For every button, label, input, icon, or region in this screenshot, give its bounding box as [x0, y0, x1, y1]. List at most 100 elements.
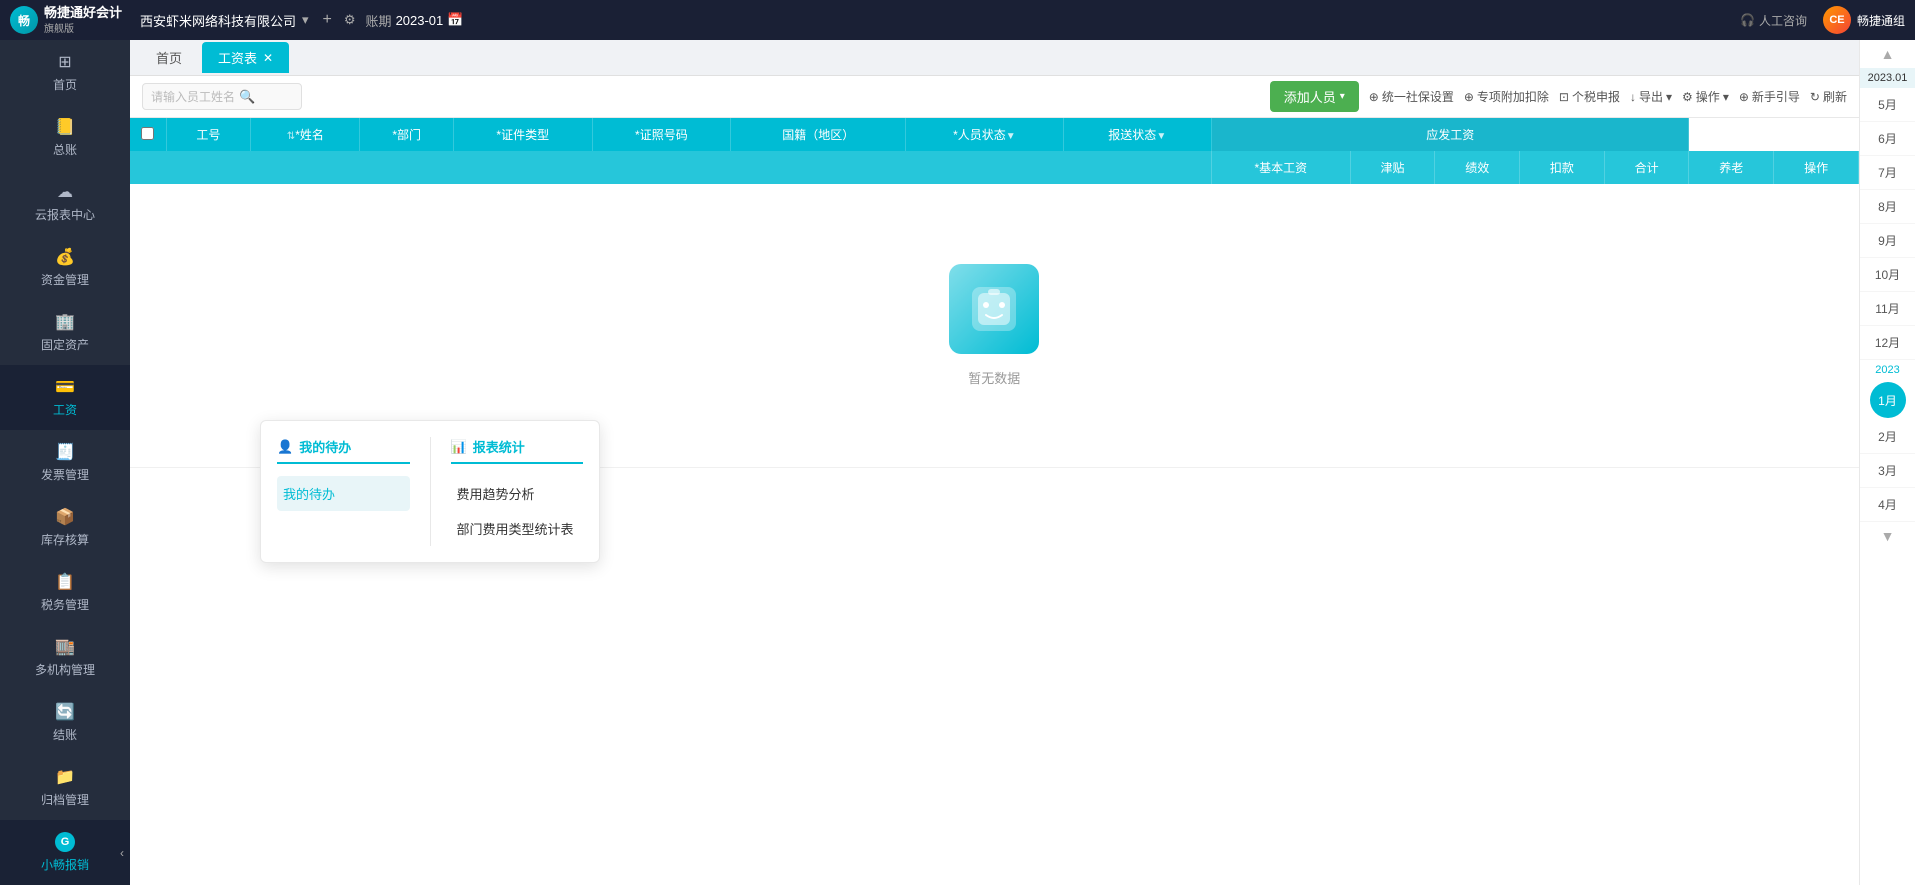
operation-action[interactable]: ⚙ 操作 ▾ — [1682, 88, 1729, 105]
tax-deduction-action[interactable]: ⊕ 专项附加扣除 — [1464, 88, 1549, 105]
salary-icon: 💳 — [55, 377, 75, 397]
sidebar-item-capital[interactable]: 💰 资金管理 — [0, 235, 130, 300]
logo-char: 畅 — [18, 12, 30, 29]
popup-item-dept-expense[interactable]: 部门费用类型统计表 — [451, 511, 584, 546]
date-nav-up[interactable]: ▲ — [1860, 40, 1915, 68]
search-placeholder: 请输入员工姓名 — [151, 88, 235, 105]
date-month-8[interactable]: 8月 — [1860, 190, 1915, 224]
pension-header: 养老 — [1689, 151, 1774, 184]
sidebar-item-label: 归档管理 — [41, 791, 89, 808]
company-dropdown-icon[interactable]: ▾ — [302, 12, 309, 28]
date-month-9[interactable]: 9月 — [1860, 224, 1915, 258]
date-year-label: 2023.01 — [1860, 68, 1915, 88]
add-person-button[interactable]: 添加人员 ▾ — [1270, 81, 1359, 112]
search-icon[interactable]: 🔍 — [239, 89, 255, 105]
refresh-action[interactable]: ↻ 刷新 — [1810, 88, 1847, 105]
collapse-arrow: ‹ — [120, 846, 124, 860]
xiaochang-icon: G — [55, 832, 75, 852]
tax-icon: 📋 — [55, 572, 75, 592]
sidebar-item-label: 多机构管理 — [35, 661, 95, 678]
sidebar-item-inventory[interactable]: 📦 库存核算 — [0, 495, 130, 560]
sidebar-item-tax[interactable]: 📋 税务管理 — [0, 560, 130, 625]
empty-sub — [130, 151, 1212, 184]
calendar-icon[interactable]: 📅 — [447, 12, 463, 28]
date-month-3[interactable]: 3月 — [1860, 454, 1915, 488]
checkbox-header[interactable] — [130, 118, 166, 151]
sidebar-item-archive[interactable]: 📁 归档管理 — [0, 755, 130, 820]
company-area[interactable]: 西安虾米网络科技有限公司 ▾ + ⚙ — [140, 11, 356, 30]
popup-col-report: 📊 报表统计 费用趋势分析 部门费用类型统计表 — [451, 437, 584, 546]
date-month-1[interactable]: 1月 — [1870, 382, 1906, 418]
report-status-filter-icon[interactable]: ▼ — [1156, 131, 1166, 142]
tax-deduction-icon: ⊕ — [1464, 90, 1474, 104]
new-guide-action[interactable]: ⊕ 新手引导 — [1739, 88, 1800, 105]
my-todo-label: 我的待办 — [283, 487, 335, 502]
tab-salary-label: 工资表 — [218, 48, 257, 67]
sidebar-item-checkout[interactable]: 🔄 结账 — [0, 690, 130, 755]
sidebar-item-ledger[interactable]: 📒 总账 — [0, 105, 130, 170]
archive-icon: 📁 — [55, 767, 75, 787]
date-year-section: 2023 — [1860, 360, 1915, 380]
sidebar-item-fixed-assets[interactable]: 🏢 固定资产 — [0, 300, 130, 365]
export-action[interactable]: ↓ 导出 ▾ — [1630, 88, 1672, 105]
date-month-6[interactable]: 6月 — [1860, 122, 1915, 156]
sidebar-item-label: 库存核算 — [41, 531, 89, 548]
sidebar-item-home[interactable]: ⊞ 首页 — [0, 40, 130, 105]
select-all-checkbox[interactable] — [141, 127, 154, 140]
popup-divider — [430, 437, 431, 546]
tab-close-icon[interactable]: ✕ — [263, 51, 273, 65]
date-month-12[interactable]: 12月 — [1860, 326, 1915, 360]
period-value[interactable]: 2023-01 — [396, 13, 444, 28]
sidebar-item-xiaochang[interactable]: G 小畅报销 ‹ — [0, 820, 130, 885]
logo-area: 畅 畅捷通好会计 旗舰版 — [10, 5, 130, 36]
date-month-7[interactable]: 7月 — [1860, 156, 1915, 190]
service-button[interactable]: 🎧 人工咨询 — [1740, 12, 1807, 29]
date-month-2[interactable]: 2月 — [1860, 420, 1915, 454]
personal-tax-action[interactable]: ⊡ 个税申报 — [1559, 88, 1620, 105]
sidebar-item-label: 固定资产 — [41, 336, 89, 353]
dept-header: *部门 — [360, 118, 453, 151]
sidebar-item-label: 总账 — [53, 141, 77, 158]
tab-salary[interactable]: 工资表 ✕ — [202, 42, 289, 73]
deduction-header: 扣款 — [1520, 151, 1605, 184]
emp-no-header: 工号 — [166, 118, 251, 151]
date-month-5[interactable]: 5月 — [1860, 88, 1915, 122]
company-name: 西安虾米网络科技有限公司 — [140, 11, 296, 30]
expense-trend-label: 费用趋势分析 — [457, 487, 535, 502]
popup-item-my-todo[interactable]: 我的待办 — [277, 476, 410, 511]
sidebar-item-label: 税务管理 — [41, 596, 89, 613]
bonus-header: 绩效 — [1435, 151, 1520, 184]
sidebar-item-cloud-report[interactable]: ☁ 云报表中心 — [0, 170, 130, 235]
popup-item-expense-trend[interactable]: 费用趋势分析 — [451, 476, 584, 511]
user-area[interactable]: CE 畅捷通组 — [1823, 6, 1905, 34]
period-area: 账期 2023-01 📅 — [366, 11, 464, 30]
sidebar-item-multi-org[interactable]: 🏬 多机构管理 — [0, 625, 130, 690]
popup-col-report-title: 报表统计 — [473, 437, 525, 456]
search-input-wrapper[interactable]: 请输入员工姓名 🔍 — [142, 83, 302, 110]
capital-icon: 💰 — [55, 247, 75, 267]
content-area: 首页 工资表 ✕ 请输入员工姓名 🔍 添加人员 ▾ ⊕ 统一社保设置 — [130, 40, 1859, 885]
add-company-button[interactable]: + — [323, 11, 332, 29]
sidebar-item-label: 工资 — [53, 401, 77, 418]
date-nav-down[interactable]: ▼ — [1860, 522, 1915, 550]
salary-group-header: 应发工资 — [1212, 118, 1689, 151]
name-sort-icon[interactable]: ⇅ — [287, 131, 295, 142]
date-month-10[interactable]: 10月 — [1860, 258, 1915, 292]
sidebar-item-invoice[interactable]: 🧾 发票管理 — [0, 430, 130, 495]
add-person-dropdown-arrow: ▾ — [1340, 91, 1345, 102]
social-insurance-action[interactable]: ⊕ 统一社保设置 — [1369, 88, 1454, 105]
date-month-4[interactable]: 4月 — [1860, 488, 1915, 522]
tab-bar: 首页 工资表 ✕ — [130, 40, 1859, 76]
date-month-11[interactable]: 11月 — [1860, 292, 1915, 326]
report-icon: 📊 — [451, 439, 467, 455]
period-label: 账期 — [366, 11, 392, 30]
fixed-assets-icon: 🏢 — [55, 312, 75, 332]
tab-home[interactable]: 首页 — [140, 42, 198, 73]
settings-icon[interactable]: ⚙ — [344, 12, 356, 28]
sidebar-item-salary[interactable]: 💳 工资 — [0, 365, 130, 430]
cert-no-header: *证照号码 — [592, 118, 731, 151]
avatar: CE — [1823, 6, 1851, 34]
service-label: 人工咨询 — [1759, 12, 1807, 29]
person-status-filter-icon[interactable]: ▼ — [1006, 131, 1016, 142]
toolbar-right: 添加人员 ▾ ⊕ 统一社保设置 ⊕ 专项附加扣除 ⊡ 个税申报 ↓ 导出 — [1270, 81, 1847, 112]
